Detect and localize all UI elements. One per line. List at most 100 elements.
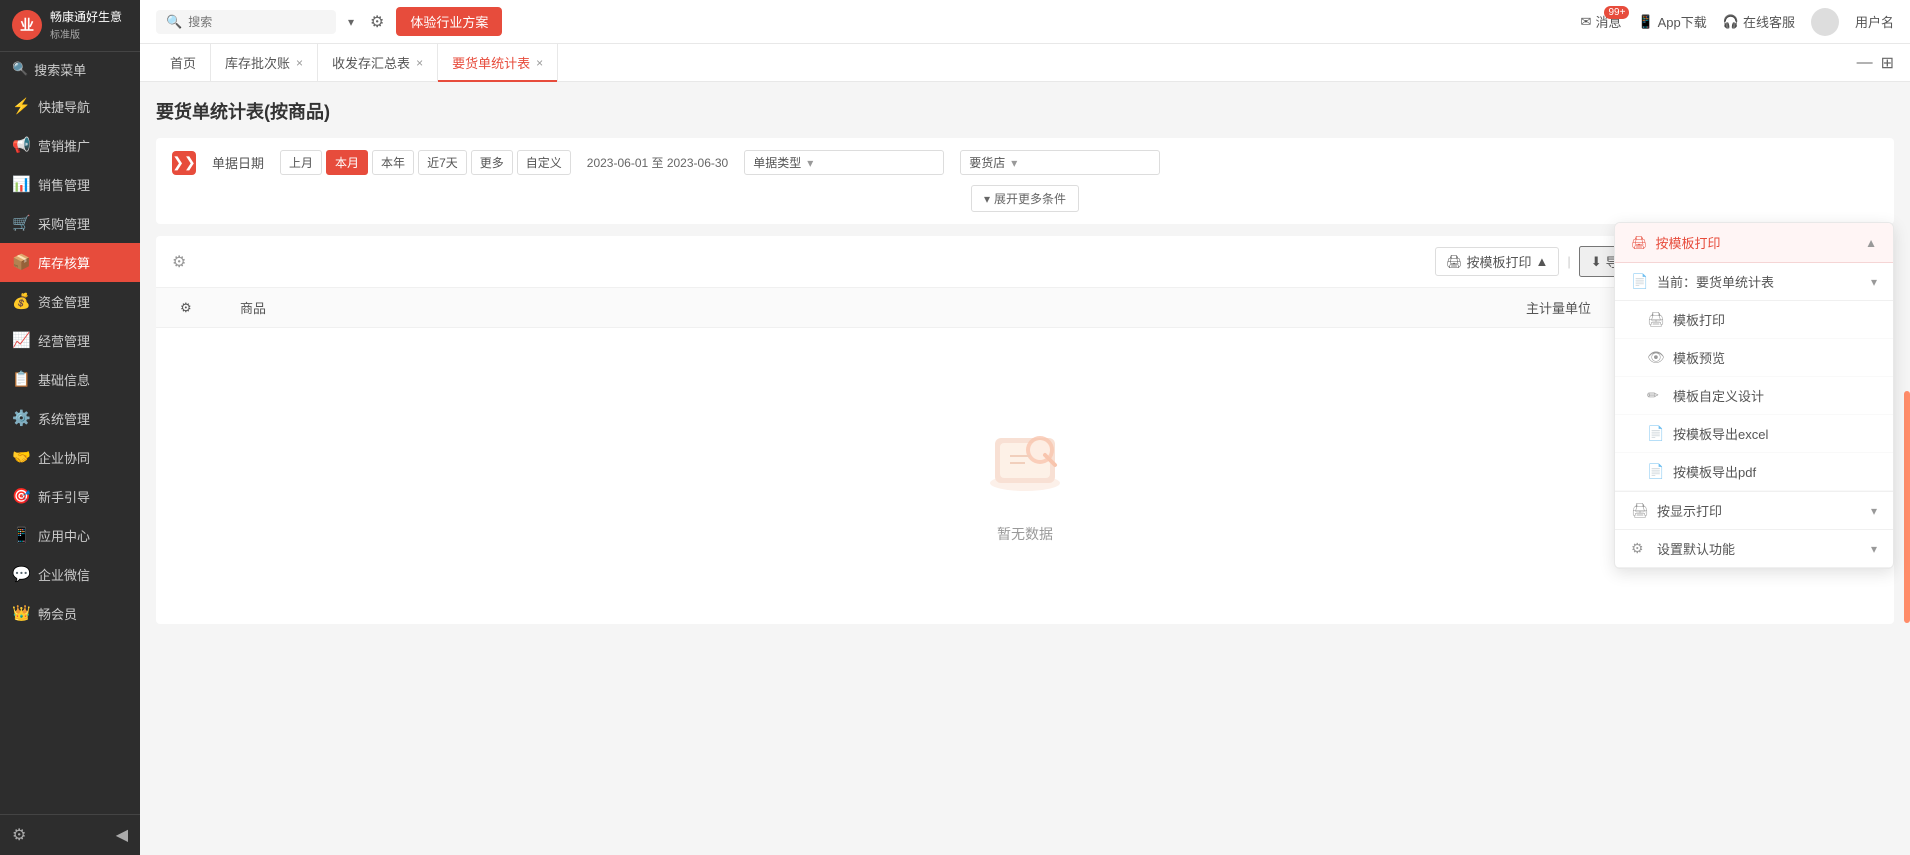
template-print-icon: 🖨 [1647, 311, 1663, 328]
print-template-label: 按模板打印 [1466, 252, 1531, 271]
app-download-icon: 📱 [1637, 14, 1653, 30]
date-btn-this-year[interactable]: 本年 [372, 150, 414, 175]
col-header-gear: ⚙ [172, 300, 232, 316]
tab-inventory-batch[interactable]: 库存批次账 × [211, 44, 318, 82]
print-template-button[interactable]: 🖨 按模板打印 ▲ [1435, 247, 1559, 276]
sidebar-item-label: 经营管理 [38, 331, 90, 350]
sidebar-item-sales[interactable]: 📊 销售管理 [0, 165, 140, 204]
dropdown-header-right: ▲ [1865, 236, 1877, 250]
date-btn-last-7-days[interactable]: 近7天 [418, 150, 467, 175]
sidebar-item-app-center[interactable]: 📱 应用中心 [0, 516, 140, 555]
sidebar-item-enterprise[interactable]: 🤝 企业协同 [0, 438, 140, 477]
sidebar-item-member[interactable]: 👑 畅会员 [0, 594, 140, 633]
sidebar-item-label: 资金管理 [38, 292, 90, 311]
sidebar-item-label: 快捷导航 [38, 97, 90, 116]
goods-store-select[interactable]: 要货店 ▾ [960, 150, 1160, 175]
search-icon: 🔍 [166, 14, 182, 30]
sidebar-item-system[interactable]: ⚙️ 系统管理 [0, 399, 140, 438]
dropdown-item-template-print[interactable]: 🖨 模板打印 [1615, 301, 1893, 339]
sidebar: 业 畅康通好生意 标准版 🔍 搜索菜单 ⚡ 快捷导航 📢 营销推广 📊 销售管理… [0, 0, 140, 855]
order-type-select[interactable]: 单据类型 ▾ [744, 150, 944, 175]
online-service-btn[interactable]: 🎧 在线客服 [1723, 12, 1795, 31]
sidebar-item-finance[interactable]: 💰 资金管理 [0, 282, 140, 321]
settings-footer-icon[interactable]: ⚙ [12, 825, 26, 845]
tab-inventory-batch-label: 库存批次账 [225, 53, 290, 72]
tab-order-stats[interactable]: 要货单统计表 × [438, 44, 558, 82]
sidebar-item-marketing[interactable]: 📢 营销推广 [0, 126, 140, 165]
right-scrollbar[interactable] [1904, 391, 1910, 623]
system-icon: ⚙️ [12, 409, 30, 427]
dropdown-display-print[interactable]: 🖨 按显示打印 ▾ [1615, 491, 1893, 530]
sidebar-item-inventory[interactable]: 📦 库存核算 [0, 243, 140, 282]
display-print-label: 按显示打印 [1657, 501, 1722, 520]
message-btn[interactable]: ✉ 消息 99+ [1581, 12, 1622, 31]
sidebar-item-label: 应用中心 [38, 526, 90, 545]
search-input[interactable] [188, 15, 308, 29]
sidebar-search-label: 搜索菜单 [34, 60, 86, 79]
purchase-icon: 🛒 [12, 214, 30, 232]
template-print-label: 模板打印 [1673, 310, 1725, 329]
dropdown-current-template[interactable]: 📄 当前：要货单统计表 ▾ [1615, 263, 1893, 301]
dropdown-title: 按模板打印 [1656, 233, 1721, 252]
page-title: 要货单统计表(按商品) [156, 98, 1894, 124]
search-icon: 🔍 [12, 61, 28, 77]
date-btn-this-month[interactable]: 本月 [326, 150, 368, 175]
window-controls: — ⊞ [1857, 53, 1894, 73]
dropdown-item-export-excel[interactable]: 📄 按模板导出excel [1615, 415, 1893, 453]
app-logo-icon: 业 [12, 10, 42, 40]
sidebar-item-purchase[interactable]: 🛒 采购管理 [0, 204, 140, 243]
window-maximize-btn[interactable]: ⊞ [1881, 53, 1894, 73]
tab-close-order-stats[interactable]: × [536, 56, 543, 70]
header-actions: ✉ 消息 99+ 📱 App下载 🎧 在线客服 用户名 [1581, 8, 1894, 36]
tab-close-inventory-batch[interactable]: × [296, 56, 303, 70]
user-avatar[interactable] [1811, 8, 1839, 36]
header-search-box[interactable]: 🔍 [156, 10, 336, 34]
sidebar-item-enterprise-wechat[interactable]: 💬 企业微信 [0, 555, 140, 594]
display-print-arrow: ▾ [1871, 504, 1877, 518]
sidebar-nav: ⚡ 快捷导航 📢 营销推广 📊 销售管理 🛒 采购管理 📦 库存核算 💰 资金管… [0, 87, 140, 814]
sidebar-item-operations[interactable]: 📈 经营管理 [0, 321, 140, 360]
app-name-block: 畅康通好生意 标准版 [50, 10, 122, 41]
expand-more-button[interactable]: ▾ 展开更多条件 [971, 185, 1079, 212]
sidebar-item-label: 库存核算 [38, 253, 90, 272]
table-settings-icon[interactable]: ⚙ [172, 252, 186, 272]
header-dropdown-arrow[interactable]: ▾ [348, 15, 354, 29]
toggle-sidebar-icon[interactable]: ◀ [116, 825, 128, 845]
member-icon: 👑 [12, 604, 30, 622]
app-name: 畅康通好生意 [50, 10, 122, 26]
filter-toggle-button[interactable]: ❯❯ [172, 151, 196, 175]
dropdown-header[interactable]: 🖨 按模板打印 ▲ [1615, 223, 1893, 263]
app-download-btn[interactable]: 📱 App下载 [1637, 12, 1706, 31]
tab-home[interactable]: 首页 [156, 44, 211, 82]
basic-icon: 📋 [12, 370, 30, 388]
template-custom-icon: ✏ [1647, 387, 1663, 404]
date-btn-last-month[interactable]: 上月 [280, 150, 322, 175]
window-minimize-btn[interactable]: — [1857, 53, 1873, 73]
display-print-icon: 🖨 [1631, 502, 1647, 519]
date-btn-more[interactable]: 更多 [471, 150, 513, 175]
export-pdf-label: 按模板导出pdf [1673, 462, 1756, 481]
sidebar-item-newbie[interactable]: 🎯 新手引导 [0, 477, 140, 516]
enterprise-wechat-icon: 💬 [12, 565, 30, 583]
tab-close-receipts-summary[interactable]: × [416, 56, 423, 70]
dropdown-item-template-preview[interactable]: 👁 模板预览 [1615, 339, 1893, 377]
dropdown-item-export-pdf[interactable]: 📄 按模板导出pdf [1615, 453, 1893, 491]
col-header-product: 商品 [232, 298, 1518, 317]
display-print-left: 🖨 按显示打印 [1631, 501, 1722, 520]
sidebar-search[interactable]: 🔍 搜索菜单 [0, 52, 140, 87]
dropdown-item-template-custom[interactable]: ✏ 模板自定义设计 [1615, 377, 1893, 415]
sidebar-item-label: 新手引导 [38, 487, 90, 506]
date-btn-custom[interactable]: 自定义 [517, 150, 571, 175]
sidebar-item-quick-nav[interactable]: ⚡ 快捷导航 [0, 87, 140, 126]
filter-card: ❯❯ 单据日期 上月 本月 本年 近7天 更多 自定义 2023-06-01 至… [156, 138, 1894, 224]
trial-button[interactable]: 体验行业方案 [396, 7, 502, 36]
date-buttons: 上月 本月 本年 近7天 更多 自定义 [280, 150, 571, 175]
sidebar-item-basic[interactable]: 📋 基础信息 [0, 360, 140, 399]
date-filter-label: 单据日期 [212, 153, 264, 172]
order-type-arrow: ▾ [807, 156, 813, 170]
header-gear-icon[interactable]: ⚙ [370, 12, 384, 32]
dropdown-set-default[interactable]: ⚙ 设置默认功能 ▾ [1615, 530, 1893, 568]
tab-receipts-summary[interactable]: 收发存汇总表 × [318, 44, 438, 82]
date-range-display: 2023-06-01 至 2023-06-30 [587, 154, 728, 171]
headset-icon: 🎧 [1723, 14, 1739, 30]
